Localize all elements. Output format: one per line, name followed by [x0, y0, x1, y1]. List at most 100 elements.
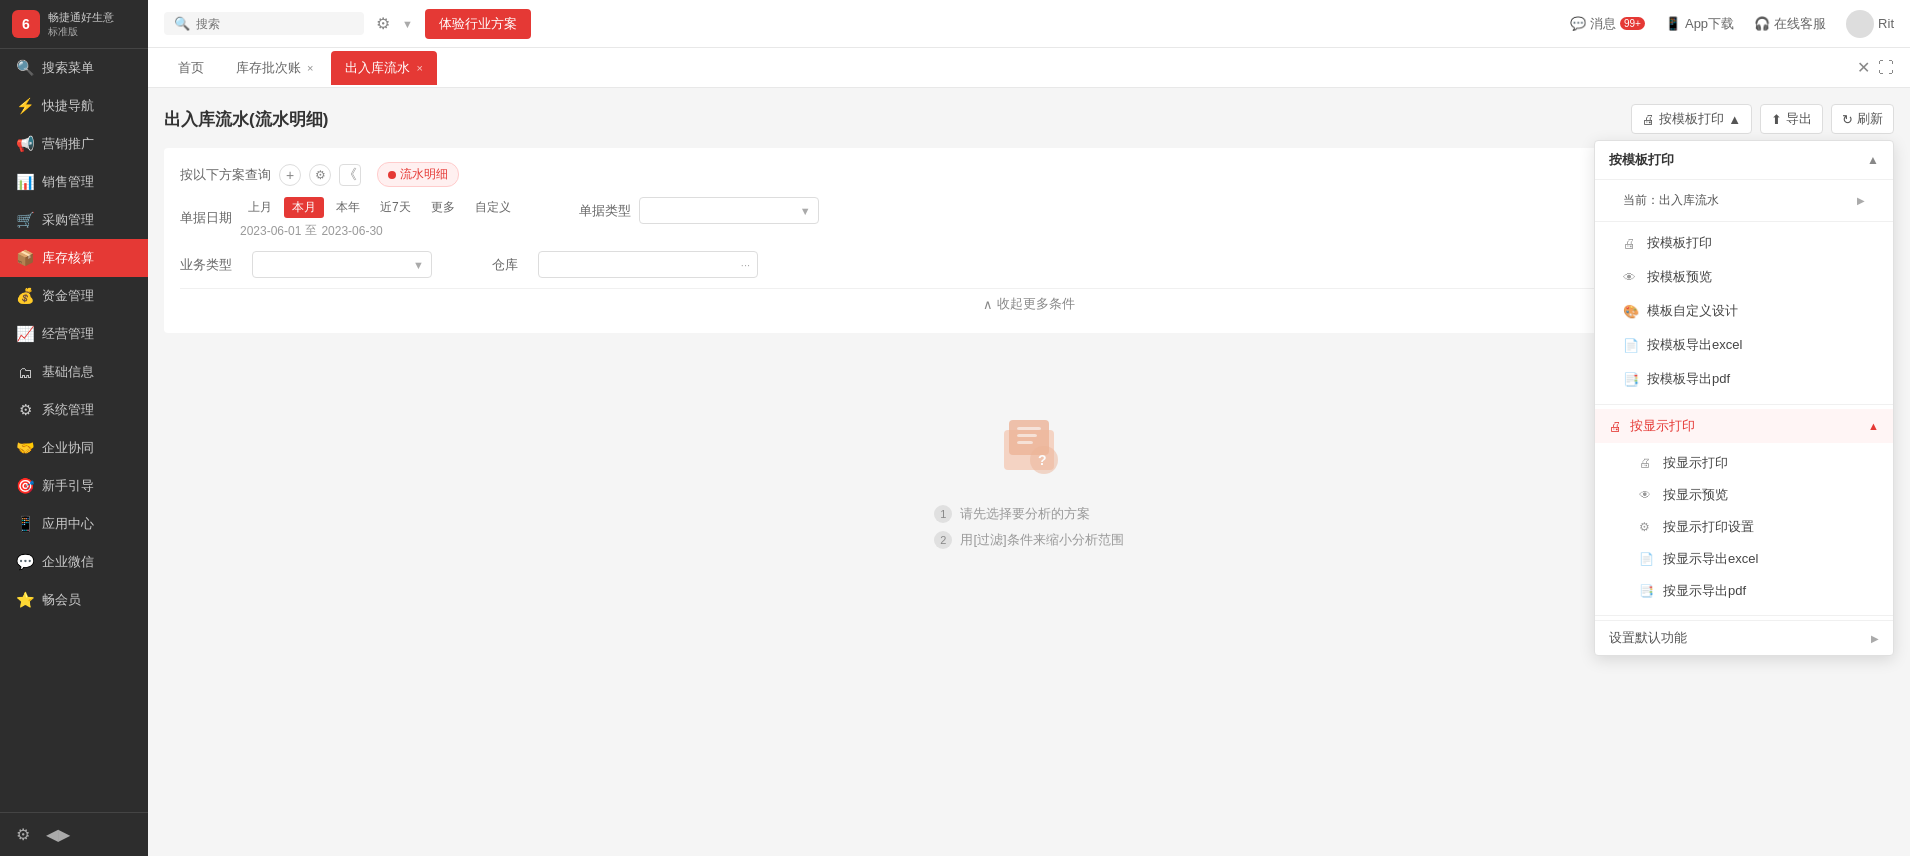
- refresh-icon: ↻: [1842, 112, 1853, 127]
- sidebar-item-basic-info[interactable]: 🗂基础信息: [0, 353, 148, 391]
- search-input[interactable]: [196, 17, 336, 31]
- divider3: [1595, 615, 1893, 616]
- settings-icon[interactable]: ⚙: [16, 825, 30, 844]
- sidebar-item-purchase[interactable]: 🛒采购管理: [0, 201, 148, 239]
- sidebar-item-finance[interactable]: 💰资金管理: [0, 277, 148, 315]
- tab-home[interactable]: 首页: [164, 51, 218, 85]
- sidebar-item-search[interactable]: 🔍搜索菜单: [0, 49, 148, 87]
- header-search-bar[interactable]: 🔍: [164, 12, 364, 35]
- collapse-arrow-icon: ∧: [983, 297, 993, 312]
- display-print-setting-sub-icon: ⚙: [1639, 520, 1655, 534]
- filter-gear-button[interactable]: ⚙: [309, 164, 331, 186]
- header-right: 💬 消息 99+ 📱 App下载 🎧 在线客服 Rit: [1570, 10, 1894, 38]
- filter-tag[interactable]: 流水明细: [377, 162, 459, 187]
- sidebar-item-app-center[interactable]: 📱应用中心: [0, 505, 148, 543]
- sales-icon: 📊: [16, 173, 34, 191]
- date-quick-buttons: 上月本月本年近7天更多自定义: [240, 197, 519, 218]
- membership-icon: ⭐: [16, 591, 34, 609]
- sidebar-item-sales[interactable]: 📊销售管理: [0, 163, 148, 201]
- filter-add-button[interactable]: +: [279, 164, 301, 186]
- svg-rect-2: [1017, 427, 1041, 430]
- header-dropdown-arrow[interactable]: ▼: [402, 18, 413, 30]
- dp-item-template-custom[interactable]: 🎨模板自定义设计: [1595, 294, 1893, 328]
- warehouse-input[interactable]: [538, 251, 758, 278]
- dropdown-current[interactable]: 当前：出入库流水 ▶: [1595, 184, 1893, 217]
- dp-sub-item-display-print-setting[interactable]: ⚙按显示打印设置: [1595, 511, 1893, 543]
- sidebar-item-inventory[interactable]: 📦库存核算: [0, 239, 148, 277]
- dp-sub-item-display-print[interactable]: 🖨按显示打印: [1595, 447, 1893, 479]
- search-icon: 🔍: [174, 16, 190, 31]
- header-gear-icon[interactable]: ⚙: [376, 14, 390, 33]
- tab-close-batch-account[interactable]: ×: [307, 62, 313, 74]
- message-button[interactable]: 💬 消息 99+: [1570, 15, 1645, 33]
- sidebar-item-membership[interactable]: ⭐畅会员: [0, 581, 148, 619]
- template-print-button[interactable]: 🖨 按模板打印 ▲: [1631, 104, 1752, 134]
- sidebar-label-marketing: 营销推广: [42, 135, 94, 153]
- close-window-icon[interactable]: ✕: [1857, 58, 1870, 77]
- dp-sub-item-display-preview[interactable]: 👁按显示预览: [1595, 479, 1893, 511]
- phone-icon: 📱: [1665, 16, 1681, 31]
- date-btn-本年[interactable]: 本年: [328, 197, 368, 218]
- trial-button[interactable]: 体验行业方案: [425, 9, 531, 39]
- tab-inventory-flow[interactable]: 出入库流水×: [331, 51, 436, 85]
- dropdown-close-icon[interactable]: ▲: [1867, 153, 1879, 167]
- logo-text: 畅捷通好生意 标准版: [48, 10, 114, 37]
- date-btn-近7天[interactable]: 近7天: [372, 197, 419, 218]
- date-btn-本月[interactable]: 本月: [284, 197, 324, 218]
- dropdown-footer[interactable]: 设置默认功能 ▶: [1595, 620, 1893, 655]
- sidebar-item-marketing[interactable]: 📢营销推广: [0, 125, 148, 163]
- date-filter-field: 单据日期 上月本月本年近7天更多自定义 2023-06-01 至 2023-06…: [180, 197, 519, 239]
- date-btn-更多[interactable]: 更多: [423, 197, 463, 218]
- sidebar-item-quick-nav[interactable]: ⚡快捷导航: [0, 87, 148, 125]
- collapse-icon[interactable]: ◀▶: [46, 825, 70, 844]
- app-center-icon: 📱: [16, 515, 34, 533]
- tab-batch-account[interactable]: 库存批次账×: [222, 51, 327, 85]
- export-button[interactable]: ⬆ 导出: [1760, 104, 1823, 134]
- sidebar-label-wechat: 企业微信: [42, 553, 94, 571]
- app-download-button[interactable]: 📱 App下载: [1665, 15, 1734, 33]
- dp-sub-label-display-preview: 按显示预览: [1663, 486, 1728, 504]
- sidebar-item-system[interactable]: ⚙系统管理: [0, 391, 148, 429]
- filter-collapse-button[interactable]: 《: [339, 164, 361, 186]
- print-icon: 🖨: [1642, 112, 1655, 127]
- date-btn-上月[interactable]: 上月: [240, 197, 280, 218]
- display-export-pdf-sub-icon: 📑: [1639, 584, 1655, 598]
- sidebar-item-operations[interactable]: 📈经营管理: [0, 315, 148, 353]
- template-export-excel-icon: 📄: [1623, 338, 1639, 353]
- dp-sub-item-display-export-pdf[interactable]: 📑按显示导出pdf: [1595, 575, 1893, 607]
- window-controls: ✕ ⛶: [1857, 58, 1894, 77]
- dp-item-label-template-print: 按模板打印: [1647, 234, 1712, 252]
- date-btn-自定义[interactable]: 自定义: [467, 197, 519, 218]
- dp-item-template-print[interactable]: 🖨按模板打印: [1595, 226, 1893, 260]
- sidebar-item-guide[interactable]: 🎯新手引导: [0, 467, 148, 505]
- date-to[interactable]: 2023-06-30: [321, 224, 382, 238]
- page-top-actions: 🖨 按模板打印 ▲ ⬆ 导出 ↻ 刷新: [1631, 104, 1894, 134]
- business-type-select[interactable]: [252, 251, 432, 278]
- date-separator: 至: [305, 222, 317, 239]
- dp-item-template-preview[interactable]: 👁按模板预览: [1595, 260, 1893, 294]
- user-avatar-button[interactable]: Rit: [1846, 10, 1894, 38]
- tag-dot: [388, 171, 396, 179]
- sidebar-item-wechat[interactable]: 💬企业微信: [0, 543, 148, 581]
- message-badge: 99+: [1620, 17, 1645, 30]
- dp-sub-item-display-export-excel[interactable]: 📄按显示导出excel: [1595, 543, 1893, 575]
- warehouse-select-wrapper: ···: [538, 251, 758, 278]
- section2-header[interactable]: 🖨 按显示打印 ▲: [1595, 409, 1893, 443]
- date-range-selector: 上月本月本年近7天更多自定义 2023-06-01 至 2023-06-30: [240, 197, 519, 239]
- date-from[interactable]: 2023-06-01: [240, 224, 301, 238]
- refresh-button[interactable]: ↻ 刷新: [1831, 104, 1894, 134]
- document-type-select[interactable]: [639, 197, 819, 224]
- expand-window-icon[interactable]: ⛶: [1878, 59, 1894, 77]
- dp-item-template-export-pdf[interactable]: 📑按模板导出pdf: [1595, 362, 1893, 396]
- inventory-icon: 📦: [16, 249, 34, 267]
- tab-close-inventory-flow[interactable]: ×: [416, 62, 422, 74]
- empty-step1: 1 请先选择要分析的方案: [934, 501, 1123, 527]
- sidebar-item-enterprise[interactable]: 🤝企业协同: [0, 429, 148, 467]
- dp-sub-label-display-print: 按显示打印: [1663, 454, 1728, 472]
- logo-icon: 6: [12, 10, 40, 38]
- online-service-button[interactable]: 🎧 在线客服: [1754, 15, 1826, 33]
- template-custom-icon: 🎨: [1623, 304, 1639, 319]
- dropdown-section1: 当前：出入库流水 ▶ 🖨按模板打印👁按模板预览🎨模板自定义设计 📄 按模板导出exc…: [1595, 180, 1893, 400]
- dp-item-label-template-export-excel: 按模板导出excel: [1647, 336, 1742, 354]
- dp-item-template-export-excel[interactable]: 📄 按模板导出excel: [1595, 328, 1893, 362]
